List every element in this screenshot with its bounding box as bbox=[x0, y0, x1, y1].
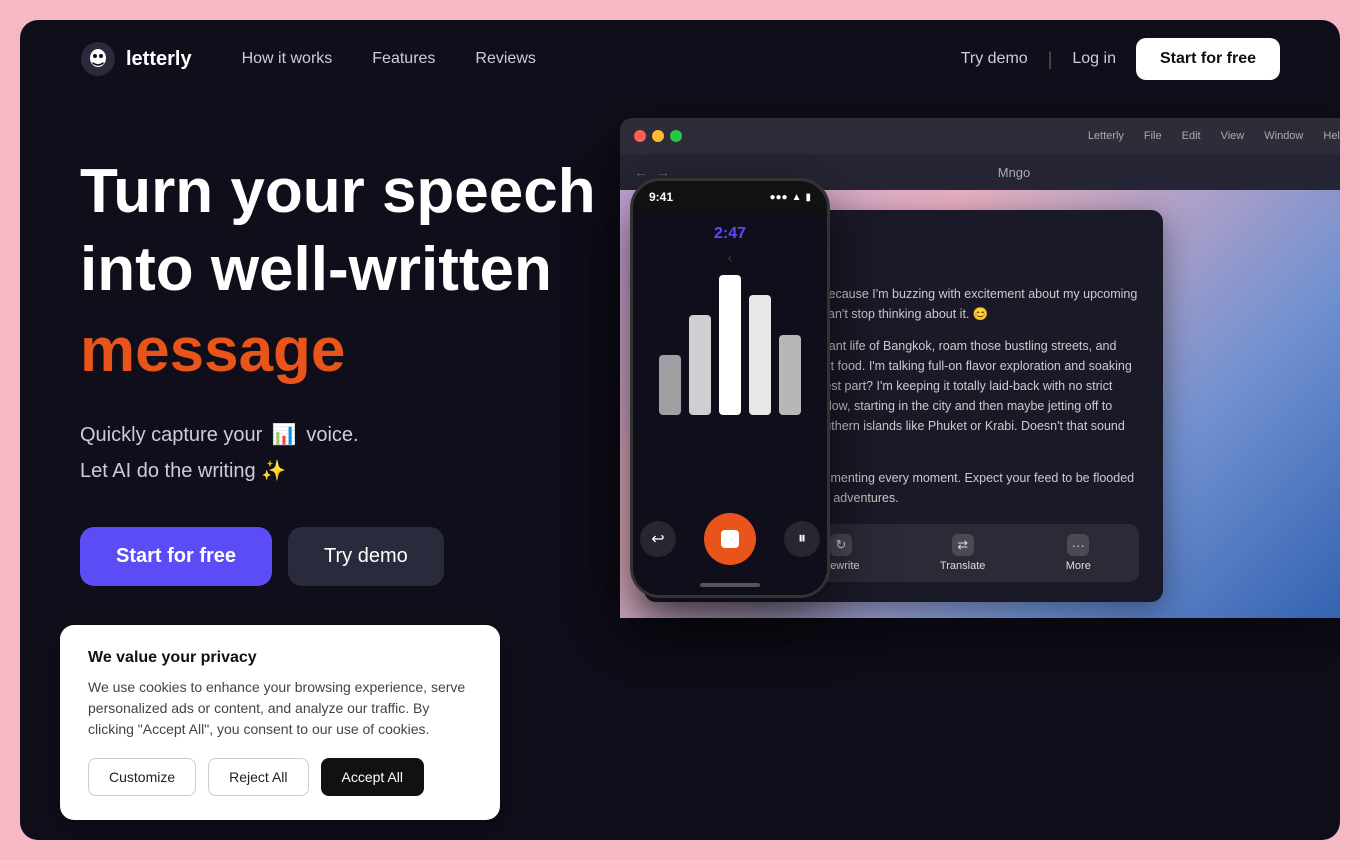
phone-timer: 2:47 bbox=[714, 213, 746, 249]
try-demo-button[interactable]: Try demo bbox=[288, 527, 444, 586]
battery-icon: ▮ bbox=[805, 192, 811, 203]
customize-button[interactable]: Customize bbox=[88, 758, 196, 796]
nav-divider: | bbox=[1048, 49, 1053, 70]
cookie-title: We value your privacy bbox=[88, 649, 472, 667]
reject-all-button[interactable]: Reject All bbox=[208, 758, 308, 796]
nav-login-button[interactable]: Log in bbox=[1072, 50, 1116, 68]
cookie-buttons: Customize Reject All Accept All bbox=[88, 758, 472, 796]
cta-buttons: Start for free Try demo bbox=[80, 527, 660, 586]
phone-home-bar bbox=[700, 583, 760, 587]
wave-bar-3 bbox=[719, 275, 741, 415]
nav-how-it-works[interactable]: How it works bbox=[242, 50, 333, 68]
note-title: Mngo bbox=[998, 165, 1031, 180]
menu-help: Help bbox=[1323, 130, 1340, 142]
nav-features[interactable]: Features bbox=[372, 50, 435, 68]
titlebar-menu: Letterly File Edit View Window Help bbox=[1088, 130, 1340, 142]
more-icon: ··· bbox=[1067, 534, 1089, 556]
hero-subtitle-1: Quickly capture your 📊 voice. bbox=[80, 419, 660, 451]
hero-title-accent: message bbox=[80, 314, 660, 388]
laptop-titlebar: Letterly File Edit View Window Help bbox=[620, 118, 1340, 154]
start-free-button[interactable]: Start for free bbox=[80, 527, 272, 586]
translate-label: Translate bbox=[940, 560, 985, 572]
menu-window: Window bbox=[1264, 130, 1303, 142]
rewrite-icon: ↻ bbox=[830, 534, 852, 556]
waveform-area bbox=[639, 275, 821, 435]
more-label: More bbox=[1066, 560, 1091, 572]
logo-area: letterly bbox=[80, 41, 192, 77]
hero-title-line1: Turn your speech bbox=[80, 158, 660, 226]
phone-mockup: 9:41 ●●● ▲ ▮ 2:47 ‹ bbox=[630, 178, 830, 598]
cookie-banner: We value your privacy We use cookies to … bbox=[60, 625, 500, 820]
action-translate[interactable]: ⇄ Translate bbox=[940, 534, 985, 572]
phone-statusbar: 9:41 ●●● ▲ ▮ bbox=[633, 181, 827, 213]
menu-file: File bbox=[1144, 130, 1162, 142]
hero-title-line2: into well-written bbox=[80, 236, 660, 304]
action-more[interactable]: ··· More bbox=[1066, 534, 1091, 572]
sparkle-icon: ✨ bbox=[261, 455, 286, 487]
wave-bar-5 bbox=[779, 335, 801, 415]
wave-bar-2 bbox=[689, 315, 711, 415]
traffic-light-green bbox=[670, 130, 682, 142]
accept-all-button[interactable]: Accept All bbox=[321, 758, 424, 796]
record-stop-icon bbox=[721, 530, 739, 548]
translate-icon: ⇄ bbox=[952, 534, 974, 556]
signal-icon: ●●● bbox=[769, 192, 787, 203]
menu-view: View bbox=[1221, 130, 1245, 142]
cookie-text: We use cookies to enhance your browsing … bbox=[88, 677, 472, 740]
nav-reviews[interactable]: Reviews bbox=[475, 50, 535, 68]
wave-bars-icon: 📊 bbox=[272, 419, 297, 451]
phone-content: 2:47 ‹ ↩ ⏸ bbox=[633, 213, 827, 595]
wave-bar-1 bbox=[659, 355, 681, 415]
logo-icon bbox=[80, 41, 116, 77]
phone-status-icons: ●●● ▲ ▮ bbox=[769, 192, 811, 203]
menu-letterly: Letterly bbox=[1088, 130, 1124, 142]
chevron-left-icon: ‹ bbox=[728, 249, 733, 265]
record-button[interactable] bbox=[704, 513, 756, 565]
pause-button[interactable]: ⏸ bbox=[784, 521, 820, 557]
nav-right: Try demo | Log in Start for free bbox=[961, 38, 1280, 80]
hero-subtitle-2: Let AI do the writing ✨ bbox=[80, 455, 660, 487]
subtitle-text-2: Let AI do the writing bbox=[80, 460, 256, 482]
nav-start-free-button[interactable]: Start for free bbox=[1136, 38, 1280, 80]
subtitle-text-1-end: voice. bbox=[306, 424, 358, 446]
app-container: letterly How it works Features Reviews T… bbox=[20, 20, 1340, 840]
brand-name: letterly bbox=[126, 48, 192, 71]
nav-try-demo-button[interactable]: Try demo bbox=[961, 50, 1028, 68]
navbar: letterly How it works Features Reviews T… bbox=[20, 20, 1340, 98]
wave-bar-4 bbox=[749, 295, 771, 415]
hero-right: Letterly File Edit View Window Help ← → … bbox=[580, 98, 1340, 840]
nav-links: How it works Features Reviews bbox=[242, 50, 961, 68]
wifi-icon: ▲ bbox=[792, 192, 802, 203]
menu-edit: Edit bbox=[1182, 130, 1201, 142]
subtitle-text-1: Quickly capture your bbox=[80, 424, 262, 446]
phone-controls: ↩ ⏸ bbox=[640, 513, 820, 565]
